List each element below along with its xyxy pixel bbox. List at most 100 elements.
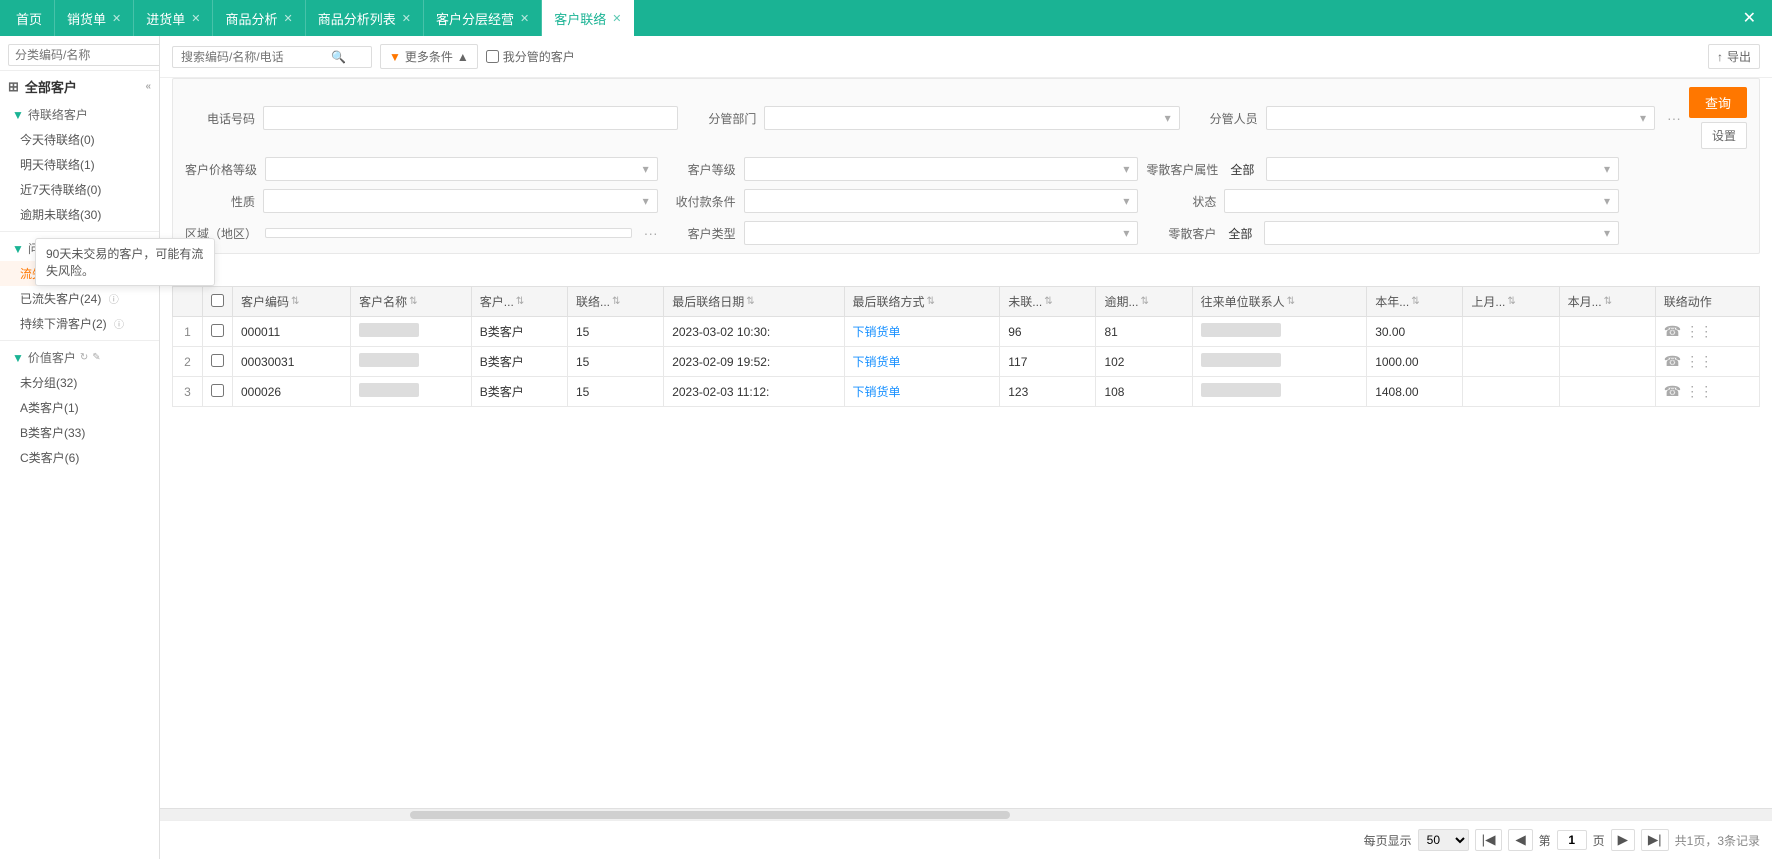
sidebar-item-churned[interactable]: 已流失客户(24) ⓘ: [0, 286, 159, 311]
page-input[interactable]: [1557, 830, 1587, 850]
tab-home[interactable]: 首页: [8, 0, 55, 36]
export-btn[interactable]: ↑ 导出: [1708, 44, 1760, 69]
person-dots[interactable]: ···: [1667, 110, 1681, 126]
row-checkbox-1[interactable]: [211, 354, 224, 367]
tab-sales-order[interactable]: 销货单 ✕: [55, 0, 134, 36]
cell-this-year: 30.00: [1367, 317, 1463, 347]
th-last-month-sort[interactable]: ⇅: [1507, 296, 1515, 307]
sidebar-item-overdue[interactable]: 逾期未联络(30): [0, 202, 159, 227]
th-uncontacted-sort[interactable]: ⇅: [1044, 296, 1052, 307]
price-level-chevron: ▾: [643, 162, 649, 176]
phone-input[interactable]: [263, 106, 678, 130]
th-overdue-sort[interactable]: ⇅: [1140, 296, 1148, 307]
sidebar-item-declining[interactable]: 持续下滑客户(2) ⓘ: [0, 311, 159, 336]
th-last-way-sort[interactable]: ⇅: [927, 296, 935, 307]
action-phone-icon[interactable]: ☎: [1664, 323, 1681, 340]
row-checkbox-2[interactable]: [211, 384, 224, 397]
th-code-sort[interactable]: ⇅: [291, 296, 299, 307]
cell-check: [203, 377, 233, 407]
first-page-btn[interactable]: |◀: [1475, 829, 1503, 851]
person-select[interactable]: ▾: [1266, 106, 1655, 130]
horizontal-scrollbar[interactable]: [160, 808, 1772, 820]
th-contact-sort[interactable]: ⇅: [612, 296, 620, 307]
sidebar-item-ungroup[interactable]: 未分组(32): [0, 370, 159, 395]
nature-select[interactable]: ▾: [263, 189, 658, 213]
select-all-checkbox[interactable]: [211, 294, 224, 307]
zero-retail-attr-select[interactable]: ▾: [1266, 157, 1619, 181]
filter-search-btn[interactable]: 🔍: [331, 50, 346, 64]
tab-close-customer-stratify[interactable]: ✕: [520, 12, 529, 25]
th-this-year-sort[interactable]: ⇅: [1411, 296, 1419, 307]
sidebar-item-today[interactable]: 今天待联络(0): [0, 127, 159, 152]
th-num: [173, 287, 203, 317]
th-this-month-sort[interactable]: ⇅: [1604, 296, 1612, 307]
tab-close-product-analysis[interactable]: ✕: [284, 12, 293, 25]
sidebar-search-input[interactable]: [8, 44, 160, 66]
per-page-label: 每页显示: [1364, 832, 1412, 849]
prev-page-btn[interactable]: ◀: [1508, 829, 1532, 851]
cell-last-date: 2023-03-02 10:30:: [664, 317, 844, 347]
tab-product-analysis[interactable]: 商品分析 ✕: [213, 0, 305, 36]
customer-level-select[interactable]: ▾: [744, 157, 1139, 181]
th-last-month-label: 上月...: [1471, 293, 1505, 310]
dept-select[interactable]: ▾: [764, 106, 1179, 130]
field-payment: 收付款条件 ▾: [666, 189, 1139, 213]
next-page-btn[interactable]: ▶: [1611, 829, 1635, 851]
tab-customer-stratify[interactable]: 客户分层经营 ✕: [424, 0, 542, 36]
filter-more-btn[interactable]: ▼ 更多条件 ▲: [380, 44, 478, 69]
sidebar-group-pending[interactable]: ▼ 待联络客户: [0, 102, 159, 127]
tab-product-analysis-list[interactable]: 商品分析列表 ✕: [306, 0, 424, 36]
th-name-sort[interactable]: ⇅: [409, 296, 417, 307]
sidebar-item-a-class[interactable]: A类客户(1): [0, 395, 159, 420]
region-select[interactable]: [265, 228, 632, 238]
th-last-date-sort[interactable]: ⇅: [746, 296, 754, 307]
sidebar-item-tomorrow[interactable]: 明天待联络(1): [0, 152, 159, 177]
action-more-icon[interactable]: ⋮⋮: [1685, 353, 1713, 370]
last-page-btn[interactable]: ▶|: [1641, 829, 1669, 851]
sidebar-all-customers[interactable]: ⊞ 全部客户 «: [0, 71, 159, 102]
sidebar-item-7days[interactable]: 近7天待联络(0): [0, 177, 159, 202]
last-way-link[interactable]: 下销货单: [853, 325, 901, 339]
tab-close-product-analysis-list[interactable]: ✕: [402, 12, 411, 25]
sidebar-item-c-class[interactable]: C类客户(6): [0, 445, 159, 470]
last-way-link[interactable]: 下销货单: [853, 355, 901, 369]
payment-select[interactable]: ▾: [744, 189, 1139, 213]
cell-code: 000026: [233, 377, 351, 407]
edit-icon[interactable]: ✎: [92, 352, 100, 363]
query-btn[interactable]: 查询: [1689, 87, 1747, 118]
tab-purchase-order[interactable]: 进货单 ✕: [134, 0, 213, 36]
window-close-btn[interactable]: ✕: [1735, 8, 1764, 28]
price-level-select[interactable]: ▾: [265, 157, 658, 181]
action-more-icon[interactable]: ⋮⋮: [1685, 383, 1713, 400]
th-unit-contact-sort[interactable]: ⇅: [1287, 296, 1295, 307]
dept-chevron: ▾: [1165, 111, 1171, 125]
filter-search-input[interactable]: [181, 50, 331, 64]
sidebar-group-value[interactable]: ▼ 价值客户 ↻ ✎: [0, 345, 159, 370]
filter-my-customers[interactable]: 我分管的客户: [486, 48, 575, 65]
cell-actions: ☎ ⋮⋮: [1655, 377, 1759, 407]
cell-last-month: [1463, 347, 1559, 377]
refresh-icon[interactable]: ↻: [80, 352, 88, 363]
zero-retail-select[interactable]: ▾: [1264, 221, 1619, 245]
tab-close-sales-order[interactable]: ✕: [112, 12, 121, 25]
cell-last-way: 下销货单: [844, 377, 1000, 407]
settings-btn[interactable]: 设置: [1701, 122, 1747, 149]
tab-close-purchase-order[interactable]: ✕: [191, 12, 200, 25]
action-phone-icon[interactable]: ☎: [1664, 383, 1681, 400]
tab-close-customer-contact[interactable]: ✕: [612, 12, 621, 25]
th-level-sort[interactable]: ⇅: [516, 296, 524, 307]
region-dots[interactable]: ···: [644, 225, 658, 241]
row-checkbox-0[interactable]: [211, 324, 224, 337]
per-page-select[interactable]: 102050100: [1418, 829, 1469, 851]
action-phone-icon[interactable]: ☎: [1664, 353, 1681, 370]
cell-code: 00030031: [233, 347, 351, 377]
action-more-icon[interactable]: ⋮⋮: [1685, 323, 1713, 340]
sidebar-item-b-class[interactable]: B类客户(33): [0, 420, 159, 445]
tab-customer-contact[interactable]: 客户联络 ✕: [542, 0, 634, 36]
my-customers-checkbox[interactable]: [486, 50, 499, 63]
status-select[interactable]: ▾: [1224, 189, 1619, 213]
last-way-link[interactable]: 下销货单: [853, 385, 901, 399]
scrollbar-thumb[interactable]: [410, 811, 1010, 819]
cell-num: 3: [173, 377, 203, 407]
customer-type-select[interactable]: ▾: [744, 221, 1139, 245]
